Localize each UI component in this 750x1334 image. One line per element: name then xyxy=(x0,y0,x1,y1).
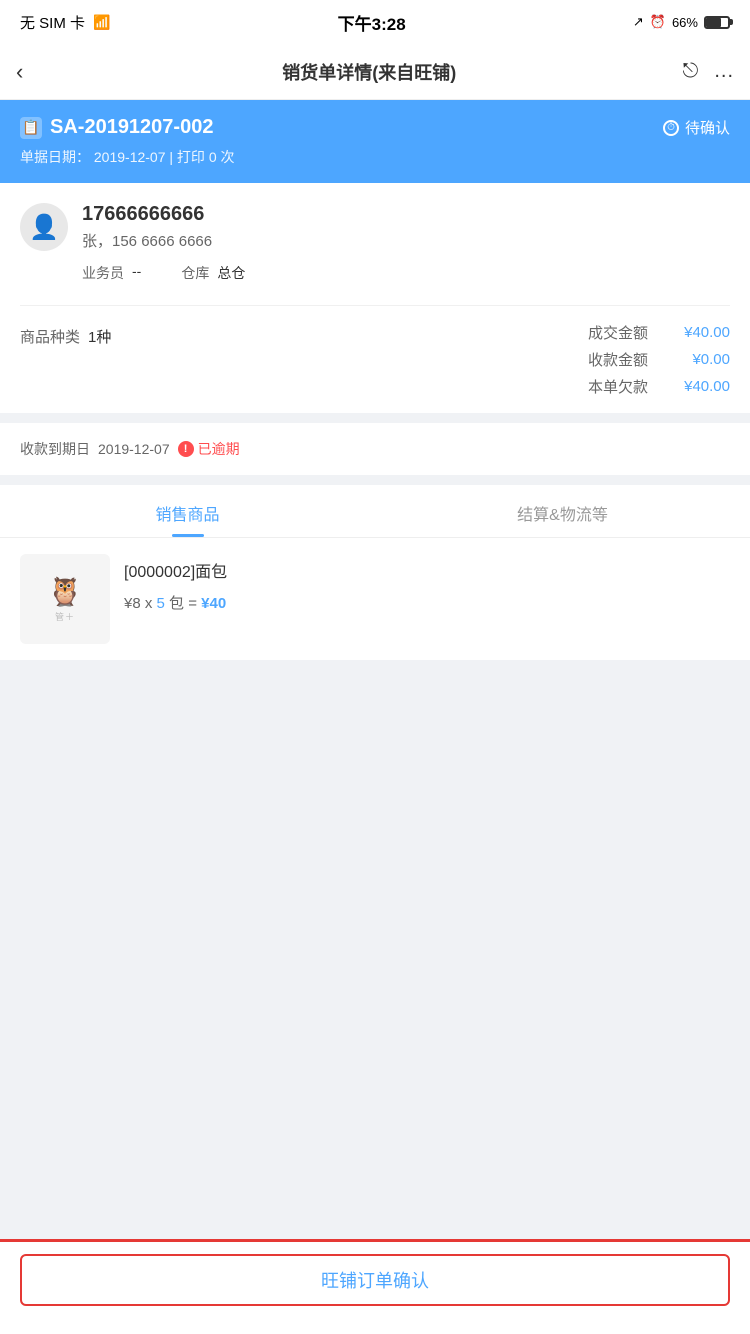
product-thumb-inner: 🦉 管＋ xyxy=(48,575,83,623)
avatar-icon: 👤 xyxy=(29,213,59,242)
back-button[interactable]: ‹ xyxy=(16,59,56,85)
transaction-value: ¥40.00 xyxy=(660,324,730,341)
order-number: 📋 SA-20191207-002 xyxy=(20,116,213,139)
warehouse-label: 仓库 xyxy=(181,263,209,283)
tab-goods[interactable]: 销售商品 xyxy=(0,485,375,537)
customer-name: 张，156 6666 6666 xyxy=(82,230,730,251)
equals-sign: = xyxy=(188,595,201,612)
price-value: ¥8 xyxy=(124,595,141,612)
product-price: ¥8 x 5 包 = ¥40 xyxy=(124,592,730,613)
price-multiply: x xyxy=(145,595,157,612)
avatar: 👤 xyxy=(20,203,68,251)
customer-info: 17666666666 张，156 6666 6666 业务员 -- 仓库 总仓 xyxy=(82,203,730,283)
product-list: 🦉 管＋ [0000002]面包 ¥8 x 5 包 = ¥40 xyxy=(0,538,750,660)
type-label: 商品种类 xyxy=(20,326,80,347)
status-text: 待确认 xyxy=(685,117,730,138)
nav-bar: ‹ 销货单详情(来自旺铺) ⎋ ... xyxy=(0,44,750,100)
order-header-top: 📋 SA-20191207-002 ⏱ 待确认 xyxy=(20,116,730,139)
bottom-action-bar: 旺铺订单确认 xyxy=(0,1239,750,1334)
product-thumbnail: 🦉 管＋ xyxy=(20,554,110,644)
order-status: ⏱ 待确认 xyxy=(663,117,730,138)
due-date-card: 收款到期日 2019-12-07 ! 已逾期 xyxy=(0,423,750,475)
customer-meta: 业务员 -- 仓库 总仓 xyxy=(82,263,730,283)
product-quantity: 5 xyxy=(157,595,165,612)
due-date-section: 收款到期日 2019-12-07 ! 已逾期 xyxy=(0,423,750,475)
received-label: 收款金额 xyxy=(588,349,648,370)
product-info: [0000002]面包 ¥8 x 5 包 = ¥40 xyxy=(124,554,730,613)
received-value: ¥0.00 xyxy=(660,351,730,368)
warehouse-meta: 仓库 总仓 xyxy=(181,263,245,283)
brand-text: 管＋ xyxy=(55,610,75,623)
confirm-order-button[interactable]: 旺铺订单确认 xyxy=(20,1254,730,1306)
battery-icon xyxy=(704,16,730,29)
customer-card: 👤 17666666666 张，156 6666 6666 业务员 -- 仓库 … xyxy=(0,183,750,413)
share-button[interactable]: ⎋ xyxy=(683,60,699,83)
due-date-label: 收款到期日 xyxy=(20,439,90,459)
battery-fill xyxy=(706,18,721,27)
battery-percent: 66% xyxy=(672,15,698,30)
page-title: 销货单详情(来自旺铺) xyxy=(56,59,683,85)
order-date: 单据日期： 2019-12-07 | 打印 0 次 xyxy=(20,147,730,167)
bottom-spacer xyxy=(0,670,750,830)
product-total: ¥40 xyxy=(201,595,226,612)
summary-left: 商品种类 1种 xyxy=(20,322,111,347)
sales-value: -- xyxy=(132,263,141,283)
owed-value: ¥40.00 xyxy=(660,378,730,395)
status-bar: 无 SIM 卡 📶 下午3:28 ↗ ⏰ 66% xyxy=(0,0,750,44)
product-name: [0000002]面包 xyxy=(124,558,730,582)
customer-phone: 17666666666 xyxy=(82,203,730,226)
summary-row-owed: 本单欠款 ¥40.00 xyxy=(588,376,730,397)
more-button[interactable]: ... xyxy=(714,60,734,83)
carrier-text: 无 SIM 卡 xyxy=(20,12,85,33)
location-icon: ↗ xyxy=(633,14,644,30)
tab-settlement[interactable]: 结算&物流等 xyxy=(375,485,750,537)
status-left: 无 SIM 卡 📶 xyxy=(20,12,110,33)
status-clock-icon: ⏱ xyxy=(663,120,679,136)
sales-label: 业务员 xyxy=(82,263,124,283)
status-right: ↗ ⏰ 66% xyxy=(633,14,730,30)
type-value: 1种 xyxy=(88,326,111,347)
table-row: 🦉 管＋ [0000002]面包 ¥8 x 5 包 = ¥40 xyxy=(0,538,750,660)
overdue-icon: ! xyxy=(178,441,194,457)
nav-actions: ⎋ ... xyxy=(683,60,735,83)
overdue-text: 已逾期 xyxy=(198,439,240,459)
order-number-icon: 📋 xyxy=(20,117,42,139)
owl-icon: 🦉 xyxy=(48,575,83,608)
time-display: 下午3:28 xyxy=(338,10,406,35)
summary-section: 商品种类 1种 成交金额 ¥40.00 收款金额 ¥0.00 本单欠款 ¥40.… xyxy=(0,306,750,413)
unit-text: 包 xyxy=(169,595,184,612)
summary-right: 成交金额 ¥40.00 收款金额 ¥0.00 本单欠款 ¥40.00 xyxy=(588,322,730,397)
overdue-badge: ! 已逾期 xyxy=(178,439,240,459)
customer-section: 👤 17666666666 张，156 6666 6666 业务员 -- 仓库 … xyxy=(0,183,750,303)
owed-label: 本单欠款 xyxy=(588,376,648,397)
sales-meta: 业务员 -- xyxy=(82,263,141,283)
order-header: 📋 SA-20191207-002 ⏱ 待确认 单据日期： 2019-12-07… xyxy=(0,100,750,183)
warehouse-value: 总仓 xyxy=(217,263,245,283)
summary-row-received: 收款金额 ¥0.00 xyxy=(588,349,730,370)
alarm-icon: ⏰ xyxy=(650,14,666,30)
tab-container: 销售商品 结算&物流等 🦉 管＋ [0000002]面包 ¥8 x 5 包 xyxy=(0,485,750,660)
transaction-label: 成交金额 xyxy=(588,322,648,343)
due-date-value: 2019-12-07 xyxy=(98,441,170,457)
wifi-icon: 📶 xyxy=(93,14,110,31)
tab-section: 销售商品 结算&物流等 xyxy=(0,485,750,538)
summary-row-transaction: 成交金额 ¥40.00 xyxy=(588,322,730,343)
